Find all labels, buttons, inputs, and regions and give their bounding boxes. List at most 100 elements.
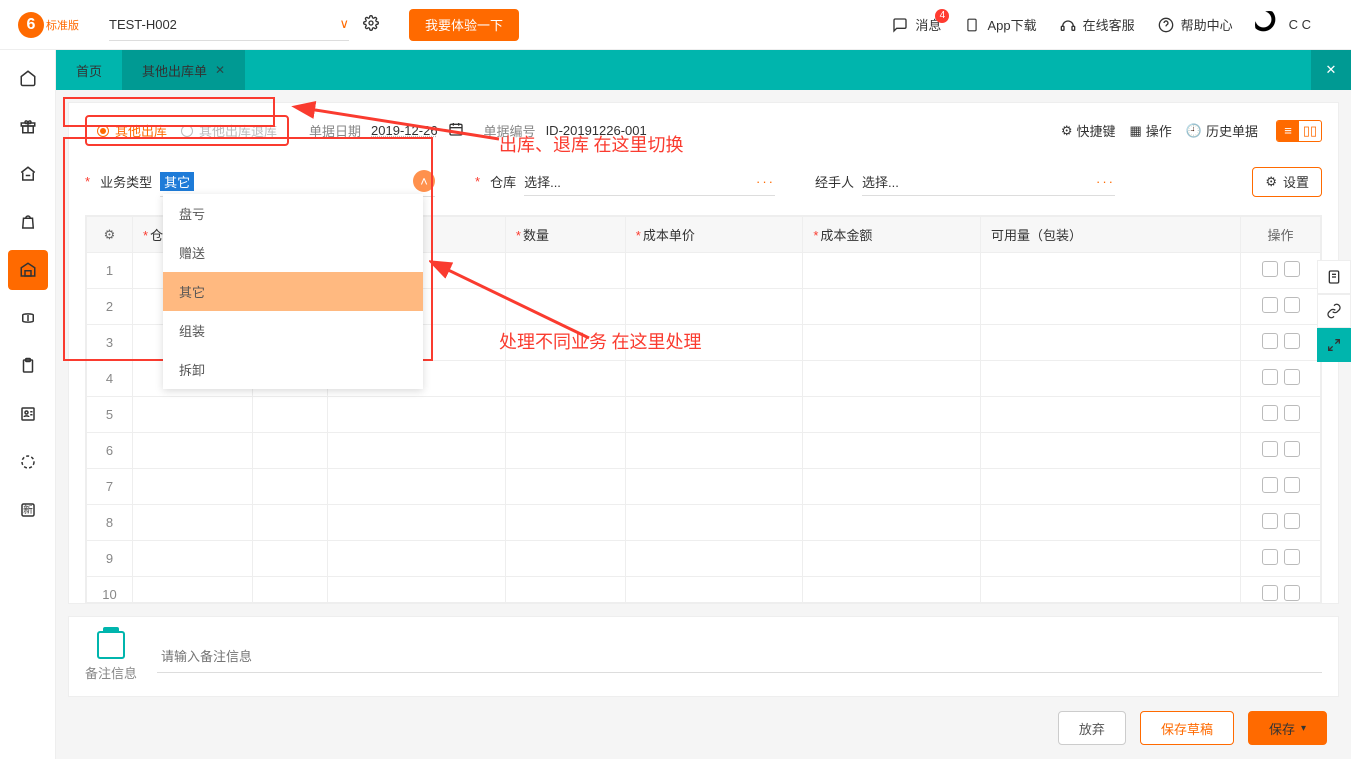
delete-icon[interactable]	[1262, 477, 1278, 493]
try-button[interactable]: 我要体验一下	[409, 9, 519, 41]
operations-label: 操作	[1146, 121, 1172, 140]
table-row[interactable]: 6	[87, 433, 1321, 469]
save-button-label: 保存	[1269, 719, 1295, 738]
save-button[interactable]: 保存 ▾	[1248, 711, 1327, 745]
chevron-up-icon[interactable]: ˄	[413, 170, 435, 192]
float-expand-icon[interactable]	[1317, 328, 1351, 362]
nav-home-icon[interactable]	[8, 58, 48, 98]
dropdown-option[interactable]: 盘亏	[163, 194, 423, 233]
row-ops	[1241, 325, 1321, 361]
nav-bag-icon[interactable]	[8, 202, 48, 242]
delete-icon[interactable]	[1262, 549, 1278, 565]
row-ops	[1241, 433, 1321, 469]
delete-icon[interactable]	[1262, 369, 1278, 385]
dropdown-option[interactable]: 赠送	[163, 233, 423, 272]
nav-new-icon[interactable]: 新	[8, 490, 48, 530]
delete-icon[interactable]	[1262, 513, 1278, 529]
table-row[interactable]: 9	[87, 541, 1321, 577]
gear-icon: ⚙	[1265, 174, 1277, 190]
nav-cloud-icon[interactable]	[8, 154, 48, 194]
app-logo: 6	[18, 12, 44, 38]
calendar-icon[interactable]	[448, 121, 464, 140]
table-row[interactable]: 5	[87, 397, 1321, 433]
nav-warehouse-icon[interactable]	[8, 250, 48, 290]
handler-field[interactable]: 经手人 选择... ···	[815, 168, 1115, 196]
row-ops	[1241, 397, 1321, 433]
question-icon	[1157, 16, 1175, 34]
delete-icon[interactable]	[1262, 297, 1278, 313]
radio-outbound[interactable]: 其他出库	[97, 121, 167, 140]
remark-label-block: 备注信息	[85, 631, 137, 682]
messages-link[interactable]: 消息 4	[891, 15, 941, 34]
hotkeys-link[interactable]: ⚙快捷键	[1061, 121, 1116, 140]
add-icon[interactable]	[1284, 513, 1300, 529]
dropdown-option[interactable]: 其它	[163, 272, 423, 311]
user-name: C C	[1289, 17, 1311, 32]
add-icon[interactable]	[1284, 369, 1300, 385]
history-label: 历史单据	[1206, 121, 1258, 140]
floating-tools	[1317, 260, 1351, 362]
nav-money-icon[interactable]	[8, 298, 48, 338]
col-ops: 操作	[1241, 217, 1321, 253]
remark-input[interactable]	[157, 641, 1322, 673]
delete-icon[interactable]	[1262, 441, 1278, 457]
add-icon[interactable]	[1284, 441, 1300, 457]
add-icon[interactable]	[1284, 297, 1300, 313]
view-grid-icon[interactable]: ▯▯	[1299, 121, 1321, 141]
delete-icon[interactable]	[1262, 585, 1278, 601]
dropdown-option[interactable]: 拆卸	[163, 350, 423, 389]
nav-gift-icon[interactable]	[8, 106, 48, 146]
close-all-tabs-icon[interactable]: ✕	[1311, 50, 1351, 90]
user-menu[interactable]: C C	[1255, 11, 1311, 39]
business-type-field[interactable]: * 业务类型 其它 ˄ 盘亏 赠送 其它 组装 拆卸	[85, 166, 435, 197]
help-label: 帮助中心	[1181, 15, 1233, 34]
app-download-label: App下载	[987, 15, 1036, 34]
warehouse-field[interactable]: * 仓库 选择... ···	[475, 168, 775, 196]
float-link-icon[interactable]	[1317, 294, 1351, 328]
view-list-icon[interactable]: ≡	[1277, 121, 1299, 141]
doc-date-field[interactable]: 单据日期 2019-12-26	[309, 121, 464, 140]
note-icon	[97, 631, 125, 659]
dropdown-option[interactable]: 组装	[163, 311, 423, 350]
grid-icon: ▦	[1129, 123, 1141, 139]
app-download-link[interactable]: App下载	[963, 15, 1036, 34]
add-icon[interactable]	[1284, 549, 1300, 565]
org-selector[interactable]: TEST-H002 ∨	[109, 9, 349, 41]
tab-current[interactable]: 其他出库单 ✕	[122, 50, 245, 90]
help-link[interactable]: 帮助中心	[1157, 15, 1233, 34]
operations-link[interactable]: ▦ 操作	[1129, 121, 1171, 140]
remark-label: 备注信息	[85, 663, 137, 682]
discard-button[interactable]: 放弃	[1058, 711, 1126, 745]
row-ops	[1241, 289, 1321, 325]
table-row[interactable]: 7	[87, 469, 1321, 505]
float-note-icon[interactable]	[1317, 260, 1351, 294]
add-icon[interactable]	[1284, 261, 1300, 277]
nav-contact-icon[interactable]	[8, 394, 48, 434]
more-icon[interactable]: ···	[1096, 174, 1115, 189]
delete-icon[interactable]	[1262, 405, 1278, 421]
more-icon[interactable]: ···	[756, 174, 775, 189]
add-icon[interactable]	[1284, 585, 1300, 601]
customer-service-link[interactable]: 在线客服	[1059, 15, 1135, 34]
gear-icon[interactable]	[363, 15, 379, 34]
table-row[interactable]: 10	[87, 577, 1321, 604]
tab-home[interactable]: 首页	[56, 50, 122, 90]
add-icon[interactable]	[1284, 333, 1300, 349]
add-icon[interactable]	[1284, 477, 1300, 493]
avatar	[1255, 11, 1283, 39]
table-settings-header[interactable]: ⚙	[87, 217, 133, 253]
save-draft-button[interactable]: 保存草稿	[1140, 711, 1234, 745]
table-row[interactable]: 8	[87, 505, 1321, 541]
view-toggle: ≡ ▯▯	[1276, 120, 1322, 142]
close-icon[interactable]: ✕	[215, 63, 225, 77]
add-icon[interactable]	[1284, 405, 1300, 421]
row-ops	[1241, 577, 1321, 604]
delete-icon[interactable]	[1262, 261, 1278, 277]
radio-outbound-return[interactable]: 其他出库退库	[181, 121, 277, 140]
nav-loading-icon[interactable]	[8, 442, 48, 482]
nav-clipboard-icon[interactable]	[8, 346, 48, 386]
row-ops	[1241, 361, 1321, 397]
history-link[interactable]: 🕘历史单据	[1186, 121, 1258, 140]
settings-button[interactable]: ⚙ 设置	[1252, 167, 1322, 197]
delete-icon[interactable]	[1262, 333, 1278, 349]
